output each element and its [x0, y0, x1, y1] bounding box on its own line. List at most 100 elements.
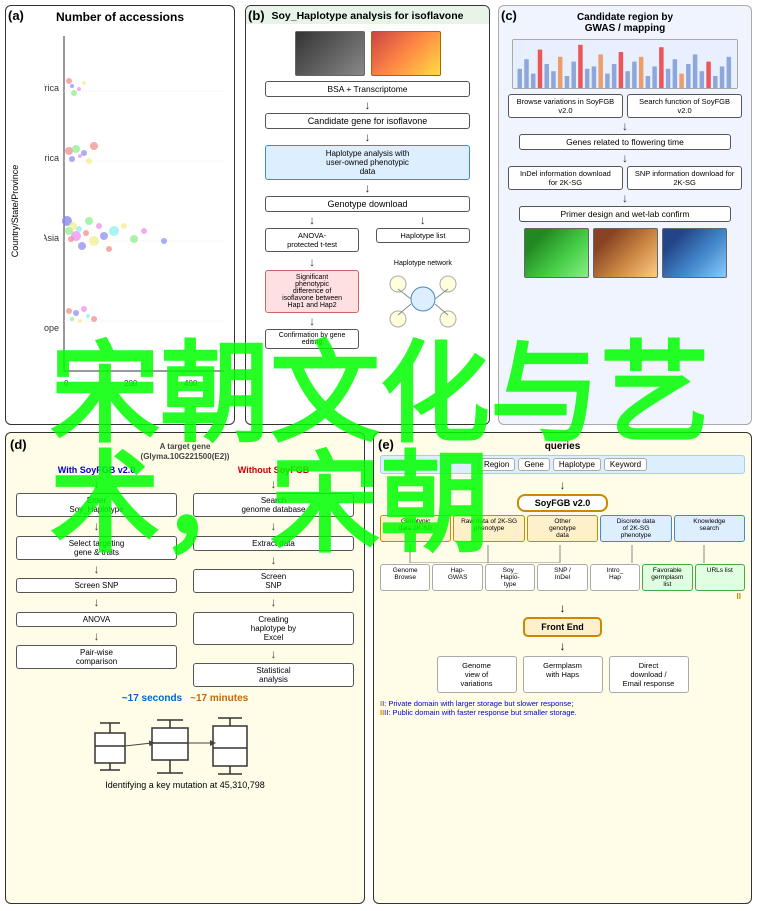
- e-soyfgb-box: SoyFGB v2.0: [517, 494, 609, 512]
- d-title-text: A target gene: [160, 442, 211, 451]
- arrow-5a: ↓: [309, 256, 315, 268]
- bsa-images: [295, 31, 441, 76]
- c-plant-image: [524, 228, 589, 278]
- e-lower-5: Favorable germplasm list: [642, 564, 692, 591]
- d-without-col: Without SoyFGB ↓ Search genome database …: [189, 465, 358, 687]
- d-two-cols: With SoyFGB v2.0 ↓ Enter Soy_Haplotype ↓…: [12, 465, 358, 687]
- e-data-1: Raw data of 2K-SG phenotype: [453, 515, 524, 542]
- svg-text:America: America: [44, 153, 59, 163]
- d-boxplots-svg: [70, 708, 300, 778]
- c-two-mid-boxes: InDel information download for 2K-SG SNP…: [505, 166, 745, 190]
- d-arr-2wo: ↓: [271, 553, 277, 567]
- e-query-tabs: Region Gene Haplotype Keyword: [380, 455, 745, 474]
- e-data-3: Discrete data of 2K-SG phenotype: [600, 515, 671, 542]
- e-data-0: Genotypic data 2K-SG: [380, 515, 451, 542]
- confirmation-box: Confirmation by gene editing: [265, 329, 359, 349]
- e-top-arrow: ↓: [380, 478, 745, 492]
- panel-b-title: Soy_Haplotype analysis for isoflavone: [246, 6, 489, 24]
- d-arr-1wo: ↓: [271, 519, 277, 533]
- d-with-col: With SoyFGB v2.0 ↓ Enter Soy_Haplotype ↓…: [12, 465, 181, 687]
- d-arr-4wo: ↓: [271, 647, 277, 661]
- e-lower-1: Hap- GWAS: [432, 564, 482, 591]
- haplotype-network-label: Haplotype network: [394, 260, 452, 267]
- c-arrow-1: ↓: [622, 120, 628, 132]
- panel-c-label: (c): [501, 8, 517, 23]
- arrow-4a: ↓: [309, 214, 315, 226]
- d-subtitle-text: (Glyma.10G221500(E2)): [141, 452, 230, 461]
- d-timing-row: ~17 seconds ~17 minutes: [12, 693, 358, 704]
- panel-d: (d) A target gene (Glyma.10G221500(E2)) …: [5, 432, 365, 904]
- scatter-chart: Africa America Asia Europe: [44, 31, 229, 386]
- d-arr-0w: ↓: [94, 477, 100, 491]
- e-output-1: Germplasm with Haps: [523, 656, 603, 693]
- c-arrow-2: ↓: [622, 152, 628, 164]
- panel-b: (b) Soy_Haplotype analysis for isoflavon…: [245, 5, 490, 425]
- svg-text:Asia: Asia: [44, 233, 59, 243]
- e-arrow-output: ↓: [380, 639, 745, 653]
- arrow-1: ↓: [365, 99, 371, 111]
- c-gel-image: [593, 228, 658, 278]
- sig-network-row: ↓ Significant phenotypic difference of i…: [260, 256, 476, 349]
- e-frontend-container: Front End: [380, 617, 745, 637]
- d-arr-2w: ↓: [94, 562, 100, 576]
- panel-e-label: (e): [378, 437, 394, 452]
- tab-gene[interactable]: Gene: [518, 458, 550, 471]
- e-data-4: Knowledge search: [674, 515, 745, 542]
- panel-d-label: (d): [10, 437, 27, 452]
- e-lower-3: SNP / InDel: [537, 564, 587, 591]
- d-time-with: ~17 seconds: [122, 693, 182, 704]
- d-conclusion: Identifying a key mutation at 45,310,798: [12, 780, 358, 790]
- d-step-wo-4: Creating haplotype by Excel: [193, 612, 354, 645]
- d-step-w-2: Select targeting gene & traits: [16, 536, 177, 560]
- d-arr-3wo: ↓: [271, 595, 277, 609]
- panel-a: (a) Number of accessions Country/State/P…: [5, 5, 235, 425]
- network-diagram: [383, 269, 463, 329]
- panel-c-flow: Browse variations in SoyFGB v2.0 Search …: [499, 92, 751, 280]
- significant-box: Significant phenotypic difference of iso…: [265, 270, 359, 313]
- tab-region[interactable]: Region: [478, 458, 515, 471]
- y-axis-label: Country/State/Province: [10, 165, 20, 258]
- d-step-w-5: Pair-wise comparison: [16, 645, 177, 669]
- e-data-2: Other genotype data: [527, 515, 598, 542]
- e-soyfgb-container: SoyFGB v2.0: [380, 494, 745, 512]
- d-arr-4w: ↓: [94, 629, 100, 643]
- d-with-header: With SoyFGB v2.0: [58, 465, 135, 475]
- panel-c: (c) Candidate region by GWAS / mapping: [498, 5, 752, 425]
- d-step-wo-1: Search genome database: [193, 493, 354, 517]
- haplotype-analysis: Haplotype analysis with user-owned pheno…: [265, 145, 469, 180]
- d-arr-3w: ↓: [94, 595, 100, 609]
- panel-a-chart: Country/State/Province Africa America As…: [6, 26, 234, 396]
- c-two-top-boxes: Browse variations in SoyFGB v2.0 Search …: [505, 94, 745, 118]
- svg-text:200: 200: [124, 379, 138, 386]
- tab-keyword[interactable]: Keyword: [604, 458, 647, 471]
- main-container: (a) Number of accessions Country/State/P…: [0, 0, 757, 911]
- d-boxplots-container: [12, 708, 358, 778]
- c-browse-var: Browse variations in SoyFGB v2.0: [508, 94, 623, 118]
- d-without-header: Without SoyFGB: [238, 465, 309, 475]
- c-indel-label: InDel information download for 2K-SG: [508, 166, 623, 190]
- e-output-0: Genome view of variations: [437, 656, 517, 693]
- e-lower-0: Genome Browse: [380, 564, 430, 591]
- e-lower-4: Intro_ Hap: [590, 564, 640, 591]
- e-lower-6: URLs list: [695, 564, 745, 591]
- d-step-wo-5: Statistical analysis: [193, 663, 354, 687]
- d-step-w-1: Enter Soy_Haplotype: [16, 493, 177, 517]
- e-note2: II: Public domain with faster response b…: [384, 708, 577, 717]
- d-arr-0wo: ↓: [271, 477, 277, 491]
- e-data-grid: Genotypic data 2K-SG Raw data of 2K-SG p…: [380, 515, 745, 542]
- svg-text:400: 400: [184, 379, 198, 386]
- panel-b-label: (b): [248, 8, 265, 23]
- panel-d-title: A target gene (Glyma.10G221500(E2)): [12, 441, 358, 461]
- d-step-wo-2: Extract data: [193, 536, 354, 551]
- d-arr-1w: ↓: [94, 519, 100, 533]
- e-connection-lines: [380, 545, 740, 563]
- tab-haplotype[interactable]: Haplotype: [553, 458, 601, 471]
- e-lower-2: Soy_ Haplo- type: [485, 564, 535, 591]
- e-arrow-frontend: ↓: [380, 601, 745, 615]
- panel-a-title: Number of accessions: [6, 6, 234, 26]
- arrow-5b: ↓: [309, 315, 315, 327]
- e-note1: I: Private domain with larger storage bu…: [382, 699, 573, 708]
- svg-text:0: 0: [64, 379, 69, 386]
- e-frontend-box: Front End: [523, 617, 602, 637]
- genotype-download: Genotype download: [265, 196, 469, 212]
